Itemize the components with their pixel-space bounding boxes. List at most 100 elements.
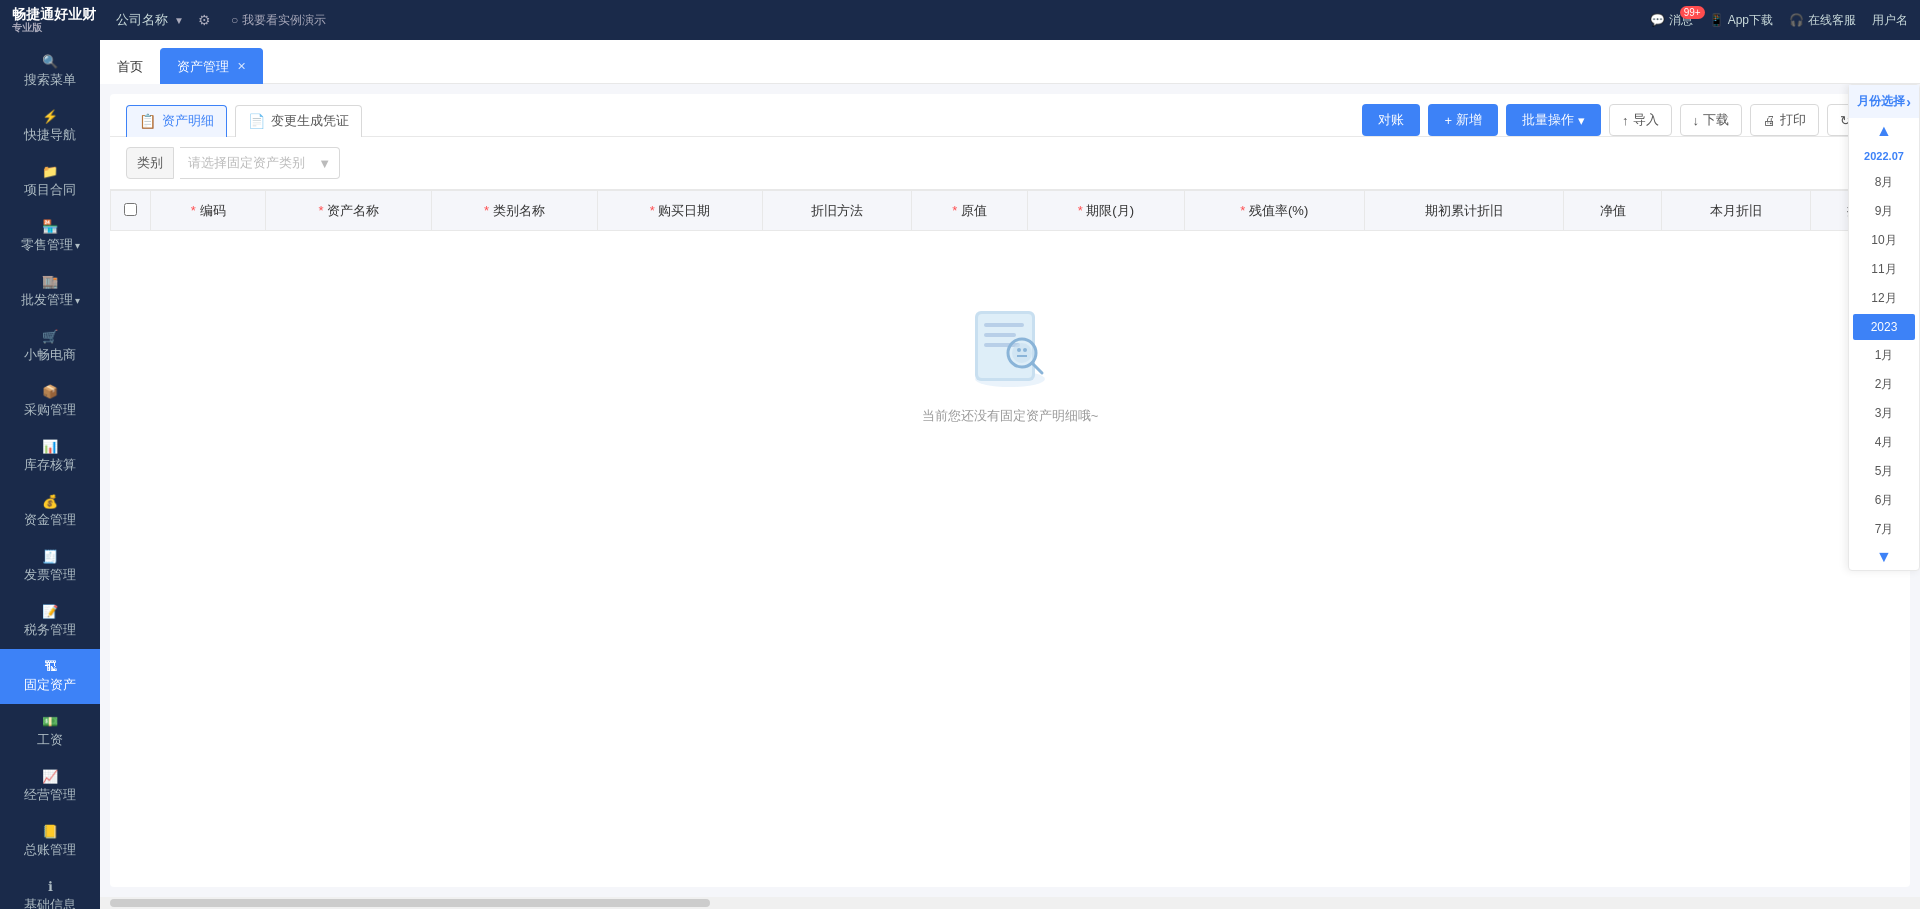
print-button[interactable]: 🖨 打印 <box>1750 104 1819 136</box>
month-panel-collapse-btn[interactable]: › <box>1906 94 1911 110</box>
download-button[interactable]: ↓ 下载 <box>1680 104 1743 136</box>
import-button[interactable]: ↑ 导入 <box>1609 104 1672 136</box>
company-selector[interactable]: 公司名称 ▼ <box>116 11 184 29</box>
import-label: 导入 <box>1633 111 1659 129</box>
sidebar-item-operations[interactable]: 📈 经营管理 <box>0 759 100 814</box>
month-panel-header: 月份选择 › <box>1849 85 1919 118</box>
app-logo: 畅捷通好业财 专业版 <box>12 6 96 35</box>
month-10-label: 10月 <box>1871 232 1896 249</box>
th-residual-rate: 残值率(%) <box>1184 191 1364 231</box>
user-label: 用户名 <box>1872 12 1908 29</box>
app-download-button[interactable]: 📱 App下载 <box>1709 12 1773 29</box>
empty-text: 当前您还没有固定资产明细哦~ <box>922 407 1099 425</box>
sidebar-item-payroll[interactable]: 💵 工资 <box>0 704 100 759</box>
month-nav-down[interactable]: ▼ <box>1849 544 1919 570</box>
sidebar-label-finance: 资金管理 <box>24 511 76 529</box>
category-filter: 类别 请选择固定资产类别 ▼ <box>126 147 340 179</box>
top-bar-right: 💬 消息 99+ 📱 App下载 🎧 在线客服 用户名 <box>1650 12 1908 29</box>
sidebar-item-search[interactable]: 🔍 搜索菜单 <box>0 44 100 99</box>
filter-select[interactable]: 请选择固定资产类别 ▼ <box>180 147 340 179</box>
month-item-9[interactable]: 9月 <box>1849 197 1919 226</box>
current-year-badge: 2023 <box>1853 314 1915 340</box>
retail-arrow-icon: ▾ <box>75 240 80 251</box>
month-panel-title: 月份选择 <box>1857 93 1905 110</box>
select-all-checkbox[interactable] <box>124 203 137 216</box>
asset-detail-icon: 📋 <box>139 113 156 129</box>
month-item-10[interactable]: 10月 <box>1849 226 1919 255</box>
month-item-12[interactable]: 12月 <box>1849 284 1919 313</box>
month-2023-6-label: 6月 <box>1875 492 1894 509</box>
sidebar-item-ecommerce[interactable]: 🛒 小畅电商 <box>0 319 100 374</box>
th-original-value: 原值 <box>912 191 1027 231</box>
chevron-down-icon: ▼ <box>1876 548 1892 566</box>
month-item-11[interactable]: 11月 <box>1849 255 1919 284</box>
month-nav-up[interactable]: ▲ <box>1849 118 1919 144</box>
svg-rect-3 <box>984 323 1024 327</box>
sidebar-item-purchase[interactable]: 📦 采购管理 <box>0 374 100 429</box>
company-name: 公司名称 <box>116 11 168 29</box>
tab-asset-mgmt-label: 资产管理 <box>177 58 229 76</box>
download-icon: ↓ <box>1693 113 1700 128</box>
demo-link[interactable]: ○ 我要看实例演示 <box>231 12 326 29</box>
sidebar-item-project[interactable]: 📁 项目合同 <box>0 154 100 209</box>
sidebar-item-tax[interactable]: 📝 税务管理 <box>0 594 100 649</box>
asset-table-container: 编码 资产名称 类别名称 购买日期 折旧方法 原值 期限(月) 残值率(%) 期… <box>110 190 1910 887</box>
top-bar: 畅捷通好业财 专业版 公司名称 ▼ ⚙ ○ 我要看实例演示 💬 消息 99+ 📱… <box>0 0 1920 40</box>
month-item-2023-7[interactable]: 7月 <box>1849 515 1919 544</box>
ledger-icon: 📒 <box>42 824 58 839</box>
sidebar-item-invoice[interactable]: 🧾 发票管理 <box>0 539 100 594</box>
asset-table: 编码 资产名称 类别名称 购买日期 折旧方法 原值 期限(月) 残值率(%) 期… <box>110 190 1910 485</box>
filter-placeholder: 请选择固定资产类别 <box>188 154 305 172</box>
tab-bar: 首页 资产管理 ✕ <box>100 40 1920 84</box>
sub-tab-asset-detail-label: 资产明细 <box>162 112 214 130</box>
sub-tab-asset-detail[interactable]: 📋 资产明细 <box>126 105 227 137</box>
inventory-icon: 📊 <box>42 439 58 454</box>
month-item-2023-1[interactable]: 1月 <box>1849 341 1919 370</box>
th-period: 期限(月) <box>1027 191 1184 231</box>
tab-home[interactable]: 首页 <box>100 48 160 84</box>
batch-label: 批量操作 <box>1522 111 1574 129</box>
invoice-icon: 🧾 <box>42 549 58 564</box>
month-item-2023-2[interactable]: 2月 <box>1849 370 1919 399</box>
inner-panel: 📋 资产明细 📄 变更生成凭证 对账 + 新增 批 <box>110 94 1910 887</box>
phone-icon: 📱 <box>1709 13 1724 27</box>
month-12-label: 12月 <box>1871 290 1896 307</box>
online-service-label: 在线客服 <box>1808 12 1856 29</box>
reconcile-button[interactable]: 对账 <box>1362 104 1420 136</box>
tab-asset-mgmt[interactable]: 资产管理 ✕ <box>160 48 263 84</box>
tab-close-icon[interactable]: ✕ <box>237 60 246 73</box>
svg-point-9 <box>1017 348 1021 352</box>
sidebar-item-quick-nav[interactable]: ⚡ 快捷导航 <box>0 99 100 154</box>
sub-tab-change-voucher[interactable]: 📄 变更生成凭证 <box>235 105 362 137</box>
add-button[interactable]: + 新增 <box>1428 104 1498 136</box>
chevron-up-icon: ▲ <box>1876 122 1892 140</box>
tab-home-label: 首页 <box>117 58 143 76</box>
month-8-label: 8月 <box>1875 174 1894 191</box>
online-service-button[interactable]: 🎧 在线客服 <box>1789 12 1856 29</box>
th-monthly-depreciation: 本月折旧 <box>1662 191 1811 231</box>
month-item-2023-4[interactable]: 4月 <box>1849 428 1919 457</box>
sidebar-item-finance[interactable]: 💰 资金管理 <box>0 484 100 539</box>
sidebar-item-ledger[interactable]: 📒 总账管理 <box>0 814 100 869</box>
bottom-scrollbar[interactable] <box>100 897 1920 909</box>
th-category: 类别名称 <box>432 191 598 231</box>
sidebar-item-inventory[interactable]: 📊 库存核算 <box>0 429 100 484</box>
sidebar-item-wholesale[interactable]: 🏬 批发管理 ▾ <box>0 264 100 319</box>
message-button[interactable]: 💬 消息 99+ <box>1650 12 1693 29</box>
sidebar-label-basic-info: 基础信息 <box>24 896 76 909</box>
batch-button[interactable]: 批量操作 ▾ <box>1506 104 1601 136</box>
settings-icon[interactable]: ⚙ <box>198 12 211 28</box>
plus-icon: + <box>1444 113 1452 128</box>
main-layout: 🔍 搜索菜单 ⚡ 快捷导航 📁 项目合同 🏪 零售管理 ▾ 🏬 批发管理 ▾ <box>0 40 1920 909</box>
sidebar-item-basic-info[interactable]: ℹ 基础信息 <box>0 869 100 909</box>
user-button[interactable]: 用户名 <box>1872 12 1908 29</box>
month-item-2023-5[interactable]: 5月 <box>1849 457 1919 486</box>
month-item-2023-3[interactable]: 3月 <box>1849 399 1919 428</box>
month-2023-3-label: 3月 <box>1875 405 1894 422</box>
sidebar-item-fixed-assets[interactable]: 🏗 固定资产 <box>0 649 100 704</box>
month-item-2023-6[interactable]: 6月 <box>1849 486 1919 515</box>
month-item-8[interactable]: 8月 <box>1849 168 1919 197</box>
sidebar-item-retail[interactable]: 🏪 零售管理 ▾ <box>0 209 100 264</box>
import-icon: ↑ <box>1622 113 1629 128</box>
download-label: 下载 <box>1703 111 1729 129</box>
